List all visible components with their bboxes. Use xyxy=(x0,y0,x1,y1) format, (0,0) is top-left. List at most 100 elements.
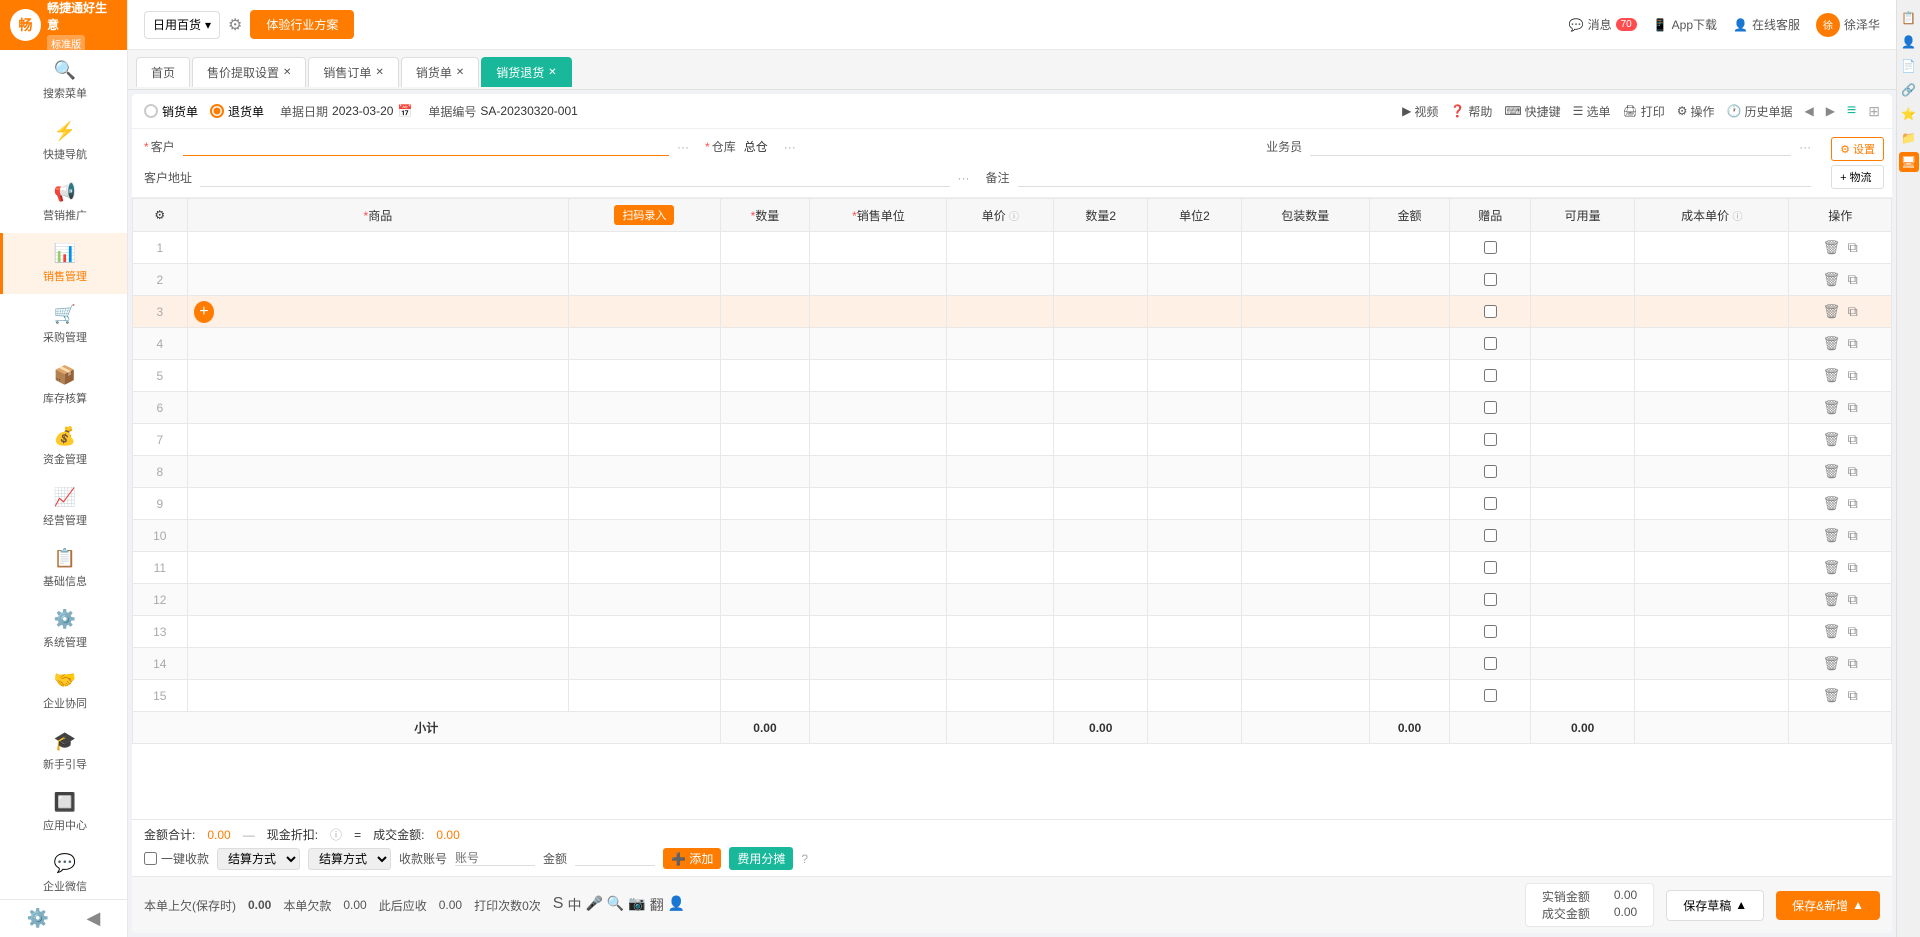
discount-info-icon[interactable]: ⓘ xyxy=(330,826,342,843)
cell-qty2-4[interactable] xyxy=(1054,328,1148,360)
delete-btn-5[interactable]: 🗑 xyxy=(1821,365,1843,386)
remark-input[interactable] xyxy=(1018,168,1812,187)
split-btn[interactable]: 费用分摊 xyxy=(729,847,793,870)
user-item[interactable]: 徐 徐泽华 xyxy=(1816,13,1880,37)
cell-unit2-7[interactable] xyxy=(1148,424,1242,456)
cell-qty2-12[interactable] xyxy=(1054,584,1148,616)
cell-available-4[interactable] xyxy=(1531,328,1635,360)
gift-check-15[interactable] xyxy=(1484,689,1497,702)
cell-qty2-10[interactable] xyxy=(1054,520,1148,552)
delete-btn-8[interactable]: 🗑 xyxy=(1821,461,1843,482)
customer-dots[interactable]: ··· xyxy=(677,140,689,154)
message-item[interactable]: 💬 消息 70 xyxy=(1569,16,1637,33)
translate-icon[interactable]: 翻 xyxy=(650,895,664,915)
warehouse-dots[interactable]: ··· xyxy=(784,140,796,154)
tab-price-settings[interactable]: 售价提取设置 ✕ xyxy=(192,57,306,87)
cell-cost-7[interactable] xyxy=(1635,424,1789,456)
gift-check-11[interactable] xyxy=(1484,561,1497,574)
delete-btn-2[interactable]: 🗑 xyxy=(1821,269,1843,290)
cell-qty-10[interactable] xyxy=(720,520,810,552)
cell-product-1[interactable] xyxy=(187,232,569,264)
tab-sales-order-close[interactable]: ✕ xyxy=(375,67,383,78)
cell-qty-5[interactable] xyxy=(720,360,810,392)
staff-dots[interactable]: ··· xyxy=(1799,140,1811,154)
cell-unit2-3[interactable] xyxy=(1148,296,1242,328)
cell-available-2[interactable] xyxy=(1531,264,1635,296)
cell-amount-3[interactable] xyxy=(1369,296,1450,328)
cell-available-3[interactable] xyxy=(1531,296,1635,328)
cell-price-11[interactable] xyxy=(947,552,1054,584)
address-dots[interactable]: ··· xyxy=(958,171,970,185)
th-gear[interactable]: ⚙ xyxy=(133,199,188,232)
copy-btn-2[interactable]: ⧉ xyxy=(1846,269,1860,290)
cell-pkgqty-6[interactable] xyxy=(1241,392,1369,424)
sidebar-item-marketing[interactable]: 📢营销推广 xyxy=(0,172,127,233)
cell-qty2-8[interactable] xyxy=(1054,456,1148,488)
cell-available-13[interactable] xyxy=(1531,616,1635,648)
cell-gift-6[interactable] xyxy=(1450,392,1531,424)
cell-price-8[interactable] xyxy=(947,456,1054,488)
cell-available-9[interactable] xyxy=(1531,488,1635,520)
copy-btn-14[interactable]: ⧉ xyxy=(1846,653,1860,674)
right-sidebar-btn-3[interactable]: 📄 xyxy=(1899,56,1919,76)
cell-product-13[interactable] xyxy=(187,616,569,648)
cell-unit-6[interactable] xyxy=(810,392,947,424)
cell-qty-15[interactable] xyxy=(720,680,810,712)
cell-pkgqty-14[interactable] xyxy=(1241,648,1369,680)
cell-unit-1[interactable] xyxy=(810,232,947,264)
logistics-btn[interactable]: + 物流 xyxy=(1831,165,1884,189)
copy-btn-4[interactable]: ⧉ xyxy=(1846,333,1860,354)
gift-check-2[interactable] xyxy=(1484,273,1497,286)
copy-btn-10[interactable]: ⧉ xyxy=(1846,525,1860,546)
gift-check-5[interactable] xyxy=(1484,369,1497,382)
gift-check-12[interactable] xyxy=(1484,593,1497,606)
cell-pkgqty-11[interactable] xyxy=(1241,552,1369,584)
right-sidebar-btn-6[interactable]: 📁 xyxy=(1899,128,1919,148)
online-service-item[interactable]: 👤 在线客服 xyxy=(1733,16,1800,33)
cell-amount-10[interactable] xyxy=(1369,520,1450,552)
delete-btn-4[interactable]: 🗑 xyxy=(1821,333,1843,354)
industry-select[interactable]: 日用百货 ▾ xyxy=(144,11,220,39)
address-input[interactable] xyxy=(200,168,950,187)
cell-qty-9[interactable] xyxy=(720,488,810,520)
cell-qty2-5[interactable] xyxy=(1054,360,1148,392)
cell-gift-4[interactable] xyxy=(1450,328,1531,360)
gift-check-7[interactable] xyxy=(1484,433,1497,446)
cell-pkgqty-1[interactable] xyxy=(1241,232,1369,264)
delete-btn-9[interactable]: 🗑 xyxy=(1821,493,1843,514)
delete-btn-10[interactable]: 🗑 xyxy=(1821,525,1843,546)
staff-input[interactable] xyxy=(1310,137,1791,156)
cell-amount-14[interactable] xyxy=(1369,648,1450,680)
sidebar-item-shortcut[interactable]: ⚡快捷导航 xyxy=(0,111,127,172)
cell-price-13[interactable] xyxy=(947,616,1054,648)
cell-pkgqty-12[interactable] xyxy=(1241,584,1369,616)
cell-unit2-10[interactable] xyxy=(1148,520,1242,552)
cell-product-6[interactable] xyxy=(187,392,569,424)
one-click-checkbox-input[interactable] xyxy=(144,852,157,865)
cell-qty2-14[interactable] xyxy=(1054,648,1148,680)
cell-unit2-4[interactable] xyxy=(1148,328,1242,360)
sidebar-item-sales[interactable]: 📊销售管理 xyxy=(0,233,127,294)
grid-view-icon[interactable]: ⊞ xyxy=(1868,103,1880,120)
cell-unit-5[interactable] xyxy=(810,360,947,392)
cell-qty-8[interactable] xyxy=(720,456,810,488)
sidebar-item-weixin[interactable]: 💬企业微信 xyxy=(0,843,127,899)
cell-cost-12[interactable] xyxy=(1635,584,1789,616)
tab-sales-return[interactable]: 销货退货 ✕ xyxy=(481,57,571,87)
delivery-radio[interactable]: 销货单 xyxy=(144,103,198,120)
cell-amount-4[interactable] xyxy=(1369,328,1450,360)
cell-price-4[interactable] xyxy=(947,328,1054,360)
cell-unit2-8[interactable] xyxy=(1148,456,1242,488)
cell-amount-5[interactable] xyxy=(1369,360,1450,392)
cell-unit2-14[interactable] xyxy=(1148,648,1242,680)
right-sidebar-btn-5[interactable]: ⭐ xyxy=(1899,104,1919,124)
video-btn[interactable]: ▶ 视频 xyxy=(1402,103,1438,120)
save-draft-button[interactable]: 保存草稿 ▲ xyxy=(1666,890,1764,921)
cell-pkgqty-4[interactable] xyxy=(1241,328,1369,360)
copy-btn-6[interactable]: ⧉ xyxy=(1846,397,1860,418)
copy-btn-15[interactable]: ⧉ xyxy=(1846,685,1860,706)
split-help-icon[interactable]: ? xyxy=(801,852,808,866)
copy-btn-13[interactable]: ⧉ xyxy=(1846,621,1860,642)
cell-pkgqty-7[interactable] xyxy=(1241,424,1369,456)
cell-product-5[interactable] xyxy=(187,360,569,392)
